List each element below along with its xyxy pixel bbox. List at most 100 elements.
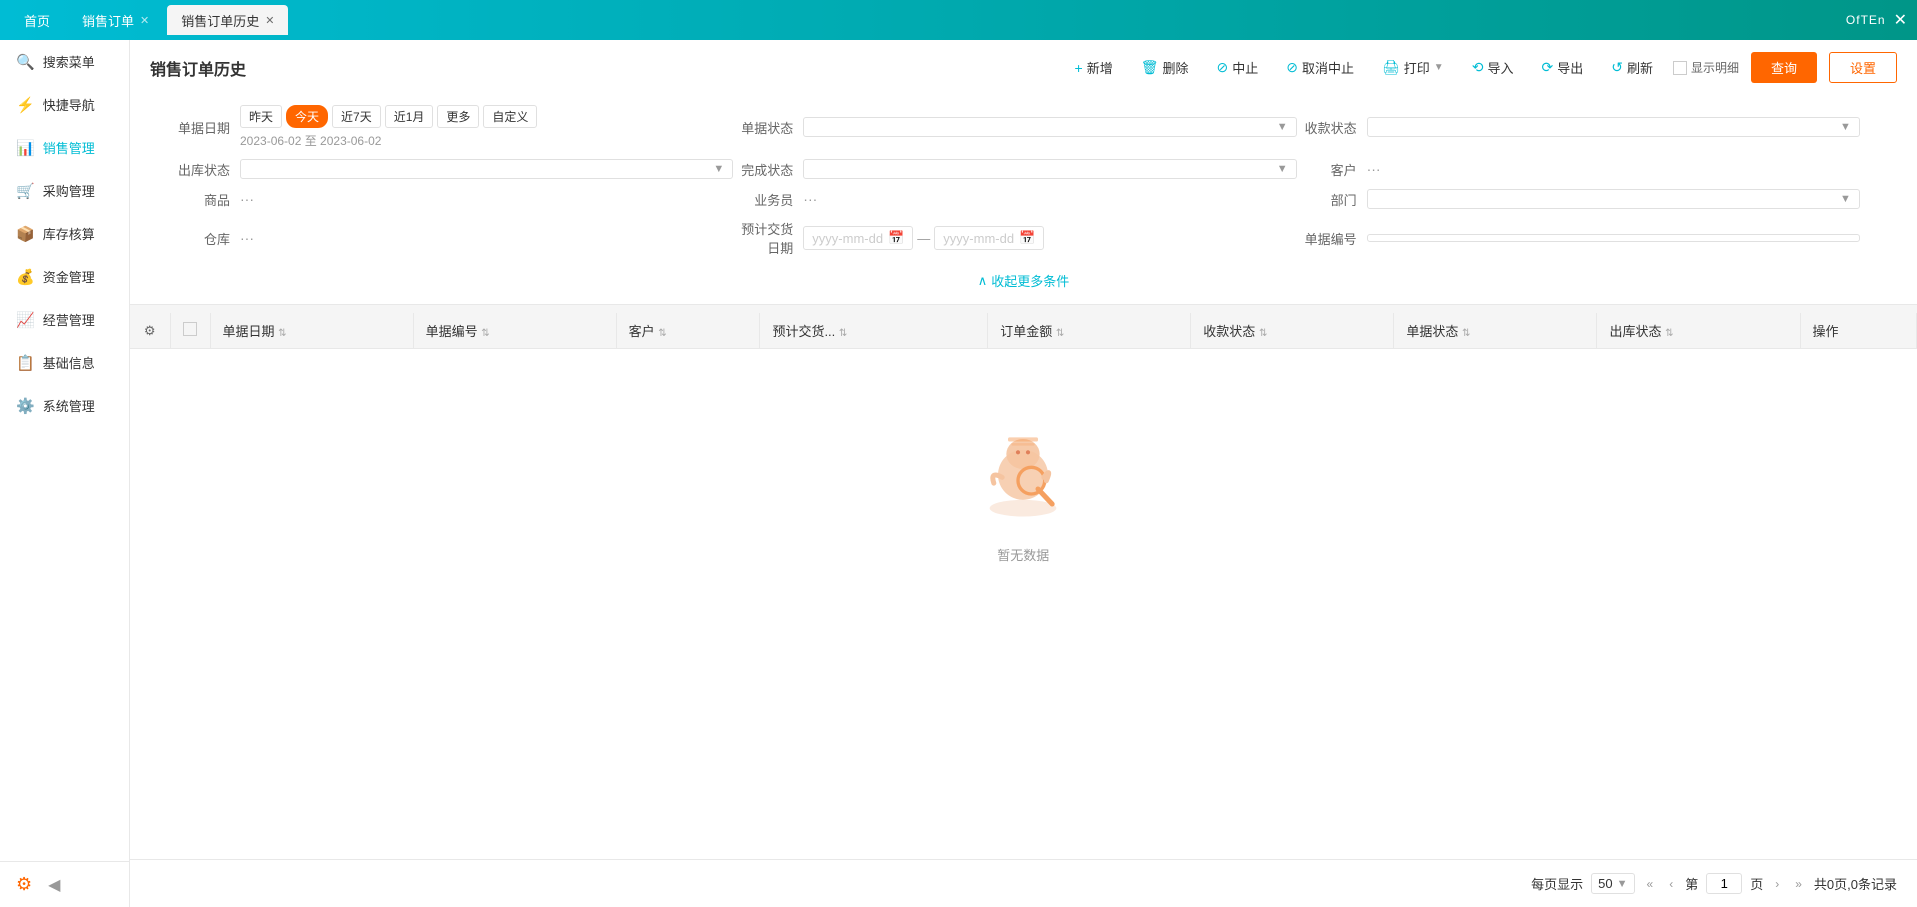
- print-button[interactable]: 🖨 打印 ▼: [1374, 54, 1452, 81]
- filter-out-section: 出库状态 ▼: [170, 159, 733, 179]
- out-arrow-icon: ▼: [713, 163, 724, 175]
- prev-page-btn[interactable]: ‹: [1665, 875, 1677, 893]
- docno-input[interactable]: [1367, 234, 1860, 242]
- pagination-bar: 每页显示 50 ▼ « ‹ 第 页 › » 共0页,0条记录: [130, 859, 1917, 907]
- table-area: ⚙ 单据日期 ⇅ 单据编号 ⇅: [130, 313, 1917, 859]
- page-title-row: 销售订单历史 + 新增 🗑 删除 ⊘ 中止 ⊘: [150, 52, 1897, 83]
- system-icon: ⚙️: [16, 397, 35, 415]
- filter-customer-section: 客户 ···: [1297, 160, 1860, 179]
- sort-docstatus-icon[interactable]: ⇅: [1462, 328, 1470, 339]
- date-btn-more[interactable]: 更多: [437, 105, 479, 128]
- tab-sales-order-history-close[interactable]: ✕: [265, 14, 274, 27]
- window-close-icon[interactable]: ✕: [1894, 10, 1907, 30]
- sidebar-collapse-icon[interactable]: ◀: [48, 875, 60, 895]
- date-btn-yesterday[interactable]: 昨天: [240, 105, 282, 128]
- set-button[interactable]: 设置: [1829, 52, 1897, 83]
- complete-select[interactable]: ▼: [803, 159, 1296, 179]
- data-table: ⚙ 单据日期 ⇅ 单据编号 ⇅: [130, 313, 1917, 644]
- export-button[interactable]: ⟳ 导出: [1533, 54, 1591, 81]
- date-btn-7days[interactable]: 近7天: [332, 105, 381, 128]
- filter-expecteddate-section: 预计交货日期 yyyy-mm-dd 📅 — yyyy-mm-dd: [733, 219, 1296, 257]
- col-settings[interactable]: ⚙: [130, 313, 170, 349]
- filter-complete-section: 完成状态 ▼: [733, 159, 1296, 179]
- sidebar-item-basic[interactable]: 📋 基础信息: [0, 341, 129, 384]
- expected-date-to[interactable]: yyyy-mm-dd 📅: [934, 226, 1044, 250]
- goods-dots-btn[interactable]: ···: [240, 191, 254, 207]
- cancel-stop-button[interactable]: ⊘ 取消中止: [1278, 54, 1362, 81]
- filter-complete-content: ▼: [803, 159, 1296, 179]
- date-btn-1month[interactable]: 近1月: [385, 105, 434, 128]
- expected-date-from[interactable]: yyyy-mm-dd 📅: [803, 226, 913, 250]
- sidebar-item-quicknav[interactable]: ⚡ 快捷导航: [0, 83, 129, 126]
- tab-sales-order-close[interactable]: ✕: [140, 14, 149, 27]
- last-page-btn[interactable]: »: [1791, 875, 1806, 893]
- calendar-from-icon[interactable]: 📅: [888, 230, 904, 246]
- date-btn-today[interactable]: 今天: [286, 105, 328, 128]
- filter-expecteddate-content: yyyy-mm-dd 📅 — yyyy-mm-dd 📅: [803, 226, 1296, 250]
- total-label: 共0页,0条记录: [1814, 874, 1897, 893]
- header-checkbox[interactable]: [183, 322, 197, 336]
- sidebar-item-finance[interactable]: 💰 资金管理: [0, 255, 129, 298]
- receipt-select[interactable]: ▼: [1367, 117, 1860, 137]
- sidebar-item-search[interactable]: 🔍 搜索菜单: [0, 40, 129, 83]
- tab-home-label: 首页: [24, 11, 50, 30]
- show-detail-checkbox[interactable]: [1673, 61, 1687, 75]
- dept-select[interactable]: ▼: [1367, 189, 1860, 209]
- delete-button[interactable]: 🗑 删除: [1133, 54, 1197, 81]
- receipt-arrow-icon: ▼: [1840, 121, 1851, 133]
- finance-icon: 💰: [16, 268, 35, 286]
- first-page-btn[interactable]: «: [1643, 875, 1658, 893]
- calendar-to-icon[interactable]: 📅: [1019, 230, 1035, 246]
- date-btn-custom[interactable]: 自定义: [483, 105, 537, 128]
- customer-dots-btn[interactable]: ···: [1367, 161, 1381, 177]
- sort-outstatus-icon[interactable]: ⇅: [1665, 328, 1673, 339]
- page-header: 销售订单历史 + 新增 🗑 删除 ⊘ 中止 ⊘: [130, 40, 1917, 305]
- col-expected-label: 预计交货...: [772, 324, 835, 339]
- dept-arrow-icon: ▼: [1840, 193, 1851, 205]
- tab-sales-order[interactable]: 销售订单 ✕: [68, 5, 163, 35]
- col-action-label: 操作: [1813, 324, 1839, 339]
- sidebar-item-sales[interactable]: 📊 销售管理: [0, 126, 129, 169]
- sort-expected-icon[interactable]: ⇅: [839, 328, 847, 339]
- salesperson-dots-btn[interactable]: ···: [803, 191, 817, 207]
- sidebar-item-system[interactable]: ⚙️ 系统管理: [0, 384, 129, 427]
- sort-docno-icon[interactable]: ⇅: [481, 328, 489, 339]
- top-bar-right: OfTEn ✕: [1846, 10, 1907, 30]
- sidebar-item-inventory[interactable]: 📦 库存核算: [0, 212, 129, 255]
- import-icon: ⟲: [1472, 59, 1484, 76]
- sidebar-item-operation[interactable]: 📈 经营管理: [0, 298, 129, 341]
- sidebar-item-purchase[interactable]: 🛒 采购管理: [0, 169, 129, 212]
- out-select[interactable]: ▼: [240, 159, 733, 179]
- current-page-input[interactable]: [1706, 873, 1742, 894]
- print-icon: 🖨: [1382, 59, 1400, 76]
- warehouse-dots-btn[interactable]: ···: [240, 230, 254, 246]
- expected-to-placeholder: yyyy-mm-dd: [943, 231, 1014, 246]
- new-button[interactable]: + 新增: [1067, 54, 1121, 81]
- sort-date-icon[interactable]: ⇅: [278, 328, 286, 339]
- filter-customer-content: ···: [1367, 161, 1860, 177]
- page-size-select[interactable]: 50 ▼: [1591, 873, 1634, 894]
- settings-gear-icon[interactable]: ⚙: [144, 323, 156, 338]
- collapse-button[interactable]: ∧ 收起更多条件: [170, 267, 1877, 294]
- next-page-btn[interactable]: ›: [1771, 875, 1783, 893]
- sort-receipt-icon[interactable]: ⇅: [1259, 328, 1267, 339]
- tab-sales-order-history[interactable]: 销售订单历史 ✕: [167, 5, 288, 35]
- export-label: 导出: [1557, 58, 1583, 77]
- empty-state-row: 暂无数据: [130, 349, 1917, 645]
- empty-state-cell: 暂无数据: [130, 349, 1917, 645]
- sidebar-settings-icon[interactable]: ⚙: [16, 874, 32, 895]
- status-select[interactable]: ▼: [803, 117, 1296, 137]
- collapse-up-icon: ∧: [978, 273, 988, 289]
- col-checkbox[interactable]: [170, 313, 210, 349]
- sidebar-bottom: ⚙ ◀: [0, 861, 129, 907]
- import-button[interactable]: ⟲ 导入: [1464, 54, 1522, 81]
- sort-customer-icon[interactable]: ⇅: [658, 328, 666, 339]
- stop-button[interactable]: ⊘ 中止: [1209, 54, 1267, 81]
- docno-label: 单据编号: [1297, 229, 1367, 248]
- filter-warehouse-content: ···: [240, 230, 733, 246]
- filter-area: 单据日期 昨天 今天 近7天 近1月 更多 自定义 2023: [150, 95, 1897, 304]
- tab-home[interactable]: 首页: [10, 5, 64, 35]
- refresh-button[interactable]: ↺ 刷新: [1603, 54, 1661, 81]
- query-button[interactable]: 查询: [1751, 52, 1817, 83]
- sort-amount-icon[interactable]: ⇅: [1056, 328, 1064, 339]
